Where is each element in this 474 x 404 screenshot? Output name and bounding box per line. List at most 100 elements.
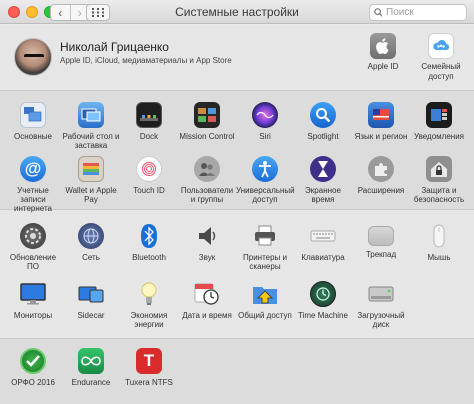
software-update-icon bbox=[20, 223, 46, 249]
pane-label: Экономия энергии bbox=[130, 311, 168, 330]
printer-icon bbox=[252, 223, 278, 249]
pane-keyboard[interactable]: Клавиатура bbox=[294, 223, 352, 262]
pane-screen-time[interactable]: Экранное время bbox=[294, 156, 352, 204]
bluetooth-icon bbox=[136, 223, 162, 249]
pane-label: Dock bbox=[139, 132, 159, 141]
pane-label: Time Machine bbox=[298, 311, 348, 320]
apple-id-pane[interactable]: Apple ID bbox=[353, 33, 413, 72]
network-icon bbox=[78, 223, 104, 249]
search-input[interactable] bbox=[386, 7, 466, 18]
avatar[interactable] bbox=[14, 38, 52, 76]
startup-disk-icon bbox=[368, 281, 394, 307]
pane-label: Общий доступ bbox=[238, 311, 292, 320]
tuxera-ntfs-icon: T bbox=[136, 348, 162, 374]
pane-accessibility[interactable]: Универсальный доступ bbox=[236, 156, 295, 204]
spotlight-icon bbox=[310, 102, 336, 128]
pane-label: Загрузочный диск bbox=[357, 311, 405, 330]
pane-software-update[interactable]: Обновление ПО bbox=[4, 223, 62, 271]
pane-startup-disk[interactable]: Загрузочный диск bbox=[352, 281, 410, 329]
grid-icon bbox=[92, 8, 104, 17]
pane-label: Защита и безопасность bbox=[413, 186, 465, 205]
extensions-icon bbox=[368, 156, 394, 182]
apple-id-icon bbox=[370, 33, 396, 59]
minimize-window-button[interactable] bbox=[26, 6, 38, 18]
pane-label: Рабочий стол и заставка bbox=[62, 132, 120, 151]
window-title: Системные настройки bbox=[175, 5, 299, 19]
pane-label: Пользователи и группы bbox=[180, 186, 234, 205]
pane-spotlight[interactable]: Spotlight bbox=[294, 102, 352, 141]
displays-icon bbox=[20, 281, 46, 307]
family-sharing-pane[interactable]: Семейный доступ bbox=[411, 33, 471, 81]
pane-label: Bluetooth bbox=[132, 253, 166, 262]
pane-internet-accounts[interactable]: @ Учетные записи интернета bbox=[4, 156, 62, 214]
pane-trackpad[interactable]: Трекпад bbox=[352, 223, 410, 259]
pane-label: Звук bbox=[198, 253, 216, 262]
pane-label: Spotlight bbox=[307, 132, 339, 141]
mission-control-icon bbox=[194, 102, 220, 128]
pane-users-groups[interactable]: Пользователи и группы bbox=[178, 156, 236, 204]
pane-date-time[interactable]: Дата и время bbox=[178, 281, 236, 320]
pane-label: Мышь bbox=[427, 253, 451, 262]
endurance-icon bbox=[78, 348, 104, 374]
pane-endurance[interactable]: Endurance bbox=[62, 348, 120, 387]
close-window-button[interactable] bbox=[8, 6, 20, 18]
pane-sound[interactable]: Звук bbox=[178, 223, 236, 262]
user-name[interactable]: Николай Грицаенко bbox=[60, 40, 169, 54]
search-icon bbox=[374, 8, 382, 17]
back-button[interactable]: ‹ bbox=[51, 5, 70, 20]
pane-displays[interactable]: Мониторы bbox=[4, 281, 62, 320]
pane-desktop-screensaver[interactable]: Рабочий стол и заставка bbox=[62, 102, 120, 150]
pane-extensions[interactable]: Расширения bbox=[352, 156, 410, 195]
pane-label: Клавиатура bbox=[301, 253, 345, 262]
pane-tuxera[interactable]: T Tuxera NTFS bbox=[120, 348, 178, 387]
pane-label: Расширения bbox=[357, 186, 405, 195]
pane-label: Основные bbox=[14, 132, 52, 141]
pane-label: Endurance bbox=[71, 378, 111, 387]
wallet-icon bbox=[78, 156, 104, 182]
pane-label: Экранное время bbox=[305, 186, 341, 205]
search-field[interactable] bbox=[369, 4, 467, 21]
pane-time-machine[interactable]: Time Machine bbox=[294, 281, 352, 320]
pane-orfo[interactable]: ОРФО 2016 bbox=[4, 348, 62, 387]
pane-label: Дата и время bbox=[182, 311, 232, 320]
title-bar: ‹ › Системные настройки bbox=[0, 0, 474, 24]
pane-security[interactable]: Защита и безопасность bbox=[410, 156, 468, 204]
pane-notifications[interactable]: Уведомления bbox=[410, 102, 468, 141]
pane-sharing[interactable]: Общий доступ bbox=[236, 281, 294, 320]
pane-dock[interactable]: Dock bbox=[120, 102, 178, 141]
pane-bluetooth[interactable]: Bluetooth bbox=[120, 223, 178, 262]
pane-language-region[interactable]: Язык и регион bbox=[352, 102, 410, 141]
screen-time-icon bbox=[310, 156, 336, 182]
dock-icon bbox=[136, 102, 162, 128]
pane-printers[interactable]: Принтеры и сканеры bbox=[236, 223, 294, 271]
pane-mouse[interactable]: Мышь bbox=[410, 223, 468, 262]
notifications-icon bbox=[426, 102, 452, 128]
sound-icon bbox=[194, 223, 220, 249]
internet-accounts-icon: @ bbox=[20, 156, 46, 182]
pane-label: Трекпад bbox=[365, 250, 397, 259]
show-all-button[interactable] bbox=[86, 4, 110, 21]
family-sharing-icon bbox=[428, 33, 454, 59]
pane-label: Обновление ПО bbox=[9, 253, 57, 272]
pane-label: Siri bbox=[259, 132, 271, 141]
security-icon bbox=[426, 156, 452, 182]
pane-siri[interactable]: Siri bbox=[236, 102, 294, 141]
pane-touch-id[interactable]: Touch ID bbox=[120, 156, 178, 195]
time-machine-icon bbox=[310, 281, 336, 307]
pane-network[interactable]: Сеть bbox=[62, 223, 120, 262]
orfo-icon bbox=[20, 348, 46, 374]
accessibility-icon bbox=[252, 156, 278, 182]
pane-label: Sidecar bbox=[77, 311, 105, 320]
date-time-icon bbox=[194, 281, 220, 307]
pane-wallet[interactable]: Wallet и Apple Pay bbox=[62, 156, 120, 204]
pane-general[interactable]: Основные bbox=[4, 102, 62, 141]
keyboard-icon bbox=[310, 223, 336, 249]
pane-label: Уведомления bbox=[413, 132, 465, 141]
pane-label: Mission Control bbox=[179, 132, 235, 141]
pane-label: Язык и регион bbox=[354, 132, 408, 141]
pane-mission-control[interactable]: Mission Control bbox=[178, 102, 236, 141]
energy-saver-icon bbox=[136, 281, 162, 307]
pane-energy-saver[interactable]: Экономия энергии bbox=[120, 281, 178, 329]
pane-sidecar[interactable]: Sidecar bbox=[62, 281, 120, 320]
sidecar-icon bbox=[78, 281, 104, 307]
